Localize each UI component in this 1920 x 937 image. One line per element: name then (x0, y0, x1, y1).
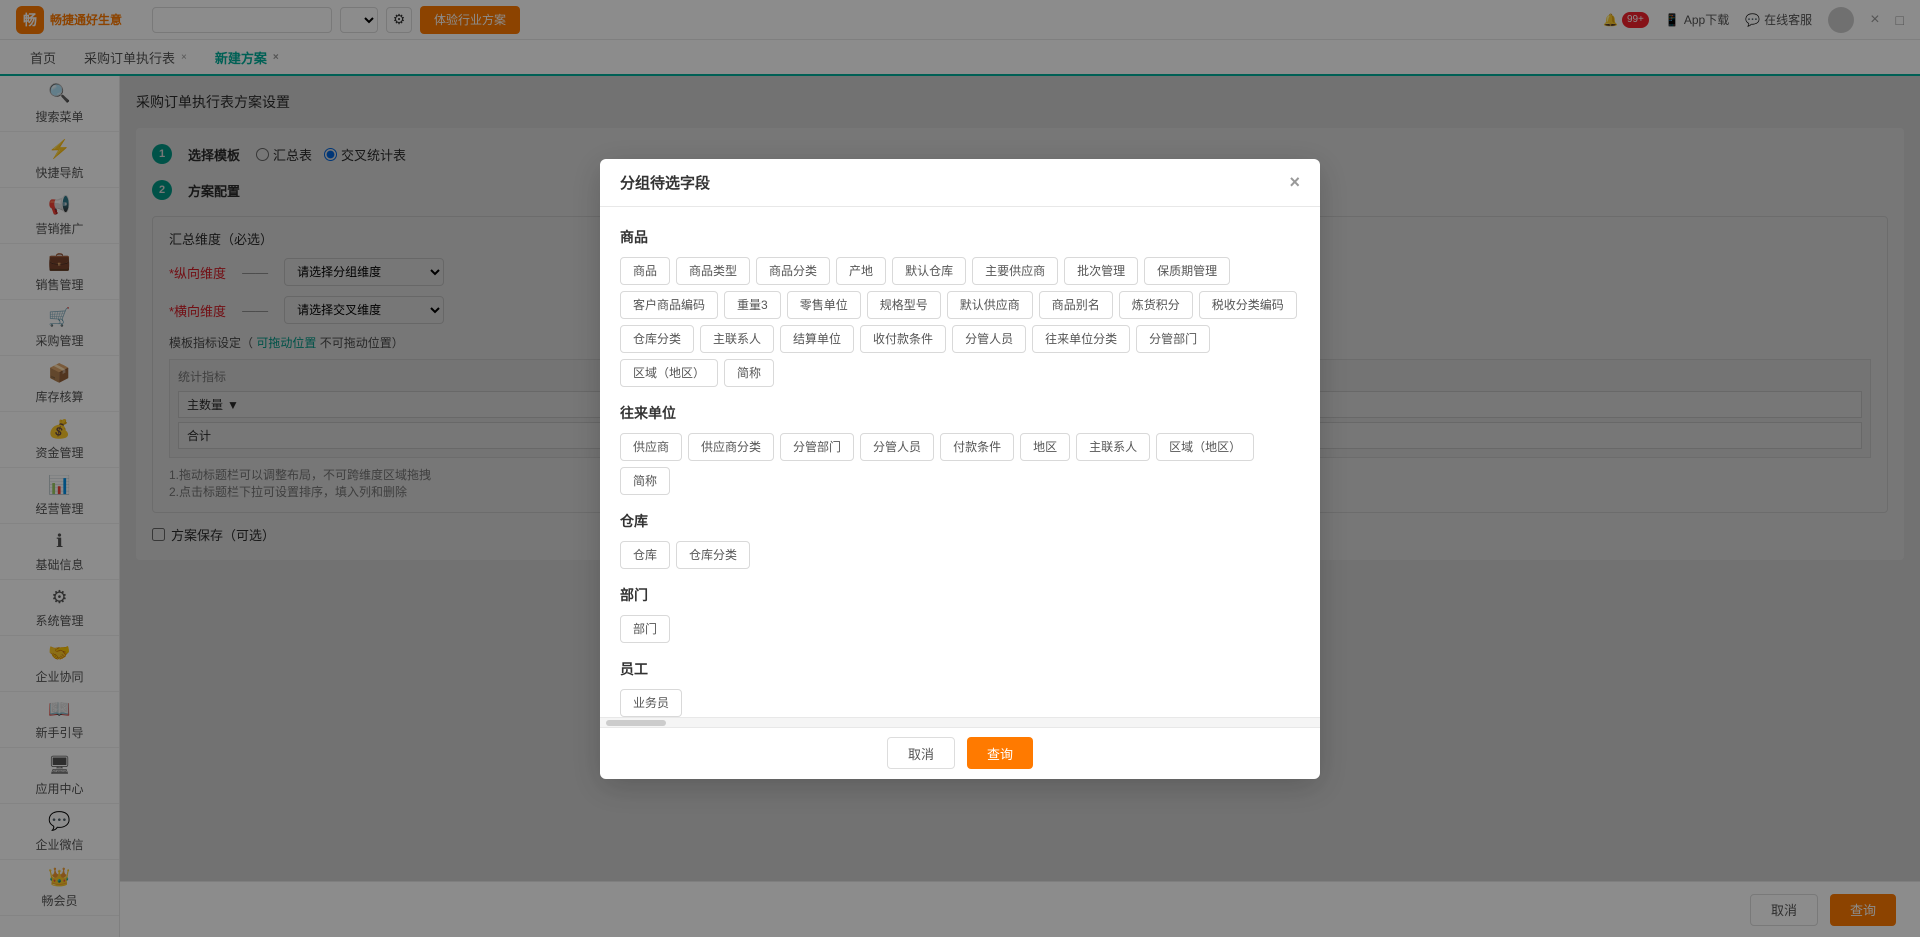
modal-overlay[interactable]: 分组待选字段 × 商品 商品 商品类型 商品分类 产地 默认仓库 主要供应商 批… (0, 0, 1920, 937)
field-tag[interactable]: 供应商 (620, 433, 682, 461)
field-group-product: 商品 商品 商品类型 商品分类 产地 默认仓库 主要供应商 批次管理 保质期管理… (620, 227, 1300, 387)
field-tag[interactable]: 仓库分类 (620, 325, 694, 353)
field-tag[interactable]: 仓库分类 (676, 541, 750, 569)
field-tag[interactable]: 主联系人 (1076, 433, 1150, 461)
field-tags-product: 商品 商品类型 商品分类 产地 默认仓库 主要供应商 批次管理 保质期管理 客户… (620, 257, 1300, 387)
modal-close-button[interactable]: × (1289, 172, 1300, 193)
field-tag[interactable]: 仓库 (620, 541, 670, 569)
field-tags-staff: 业务员 (620, 689, 1300, 717)
field-tags-partner: 供应商 供应商分类 分管部门 分管人员 付款条件 地区 主联系人 区域（地区） … (620, 433, 1300, 495)
modal-cancel-button[interactable]: 取消 (887, 737, 955, 769)
field-tag[interactable]: 区域（地区） (1156, 433, 1254, 461)
field-group-partner: 往来单位 供应商 供应商分类 分管部门 分管人员 付款条件 地区 主联系人 区域… (620, 403, 1300, 495)
group-title-partner: 往来单位 (620, 403, 1300, 423)
field-tags-dept: 部门 (620, 615, 1300, 643)
field-tag[interactable]: 简称 (724, 359, 774, 387)
field-group-warehouse: 仓库 仓库 仓库分类 (620, 511, 1300, 569)
modal-header: 分组待选字段 × (600, 159, 1320, 207)
field-tag[interactable]: 地区 (1020, 433, 1070, 461)
field-tag[interactable]: 区域（地区） (620, 359, 718, 387)
field-tag[interactable]: 商品 (620, 257, 670, 285)
field-tag[interactable]: 分管部门 (1136, 325, 1210, 353)
field-tag[interactable]: 产地 (836, 257, 886, 285)
field-group-dept: 部门 部门 (620, 585, 1300, 643)
field-tag[interactable]: 往来单位分类 (1032, 325, 1130, 353)
field-tag[interactable]: 保质期管理 (1144, 257, 1230, 285)
modal-hscroll[interactable] (600, 717, 1320, 727)
field-tag[interactable]: 结算单位 (780, 325, 854, 353)
field-tag[interactable]: 商品别名 (1039, 291, 1113, 319)
modal-title: 分组待选字段 (620, 172, 710, 193)
group-title-staff: 员工 (620, 659, 1300, 679)
field-tag[interactable]: 批次管理 (1064, 257, 1138, 285)
field-tag[interactable]: 供应商分类 (688, 433, 774, 461)
field-tag[interactable]: 默认仓库 (892, 257, 966, 285)
field-tag[interactable]: 部门 (620, 615, 670, 643)
field-tag[interactable]: 客户商品编码 (620, 291, 718, 319)
field-tag[interactable]: 税收分类编码 (1199, 291, 1297, 319)
hscroll-thumb (606, 720, 666, 726)
field-tag[interactable]: 分管部门 (780, 433, 854, 461)
modal-body: 商品 商品 商品类型 商品分类 产地 默认仓库 主要供应商 批次管理 保质期管理… (600, 207, 1320, 717)
field-tag[interactable]: 简称 (620, 467, 670, 495)
field-tag[interactable]: 主联系人 (700, 325, 774, 353)
group-title-product: 商品 (620, 227, 1300, 247)
field-tag[interactable]: 商品分类 (756, 257, 830, 285)
group-title-warehouse: 仓库 (620, 511, 1300, 531)
field-tag[interactable]: 收付款条件 (860, 325, 946, 353)
field-tag[interactable]: 炼货积分 (1119, 291, 1193, 319)
modal-confirm-button[interactable]: 查询 (967, 737, 1033, 769)
field-tags-warehouse: 仓库 仓库分类 (620, 541, 1300, 569)
field-tag[interactable]: 主要供应商 (972, 257, 1058, 285)
field-tag[interactable]: 分管人员 (952, 325, 1026, 353)
field-tag[interactable]: 业务员 (620, 689, 682, 717)
field-group-staff: 员工 业务员 (620, 659, 1300, 717)
field-tag[interactable]: 分管人员 (860, 433, 934, 461)
field-tag[interactable]: 规格型号 (867, 291, 941, 319)
group-title-dept: 部门 (620, 585, 1300, 605)
field-tag[interactable]: 零售单位 (787, 291, 861, 319)
modal: 分组待选字段 × 商品 商品 商品类型 商品分类 产地 默认仓库 主要供应商 批… (600, 159, 1320, 779)
field-tag[interactable]: 默认供应商 (947, 291, 1033, 319)
field-tag[interactable]: 付款条件 (940, 433, 1014, 461)
modal-footer: 取消 查询 (600, 727, 1320, 779)
field-tag[interactable]: 重量3 (724, 291, 781, 319)
field-tag[interactable]: 商品类型 (676, 257, 750, 285)
